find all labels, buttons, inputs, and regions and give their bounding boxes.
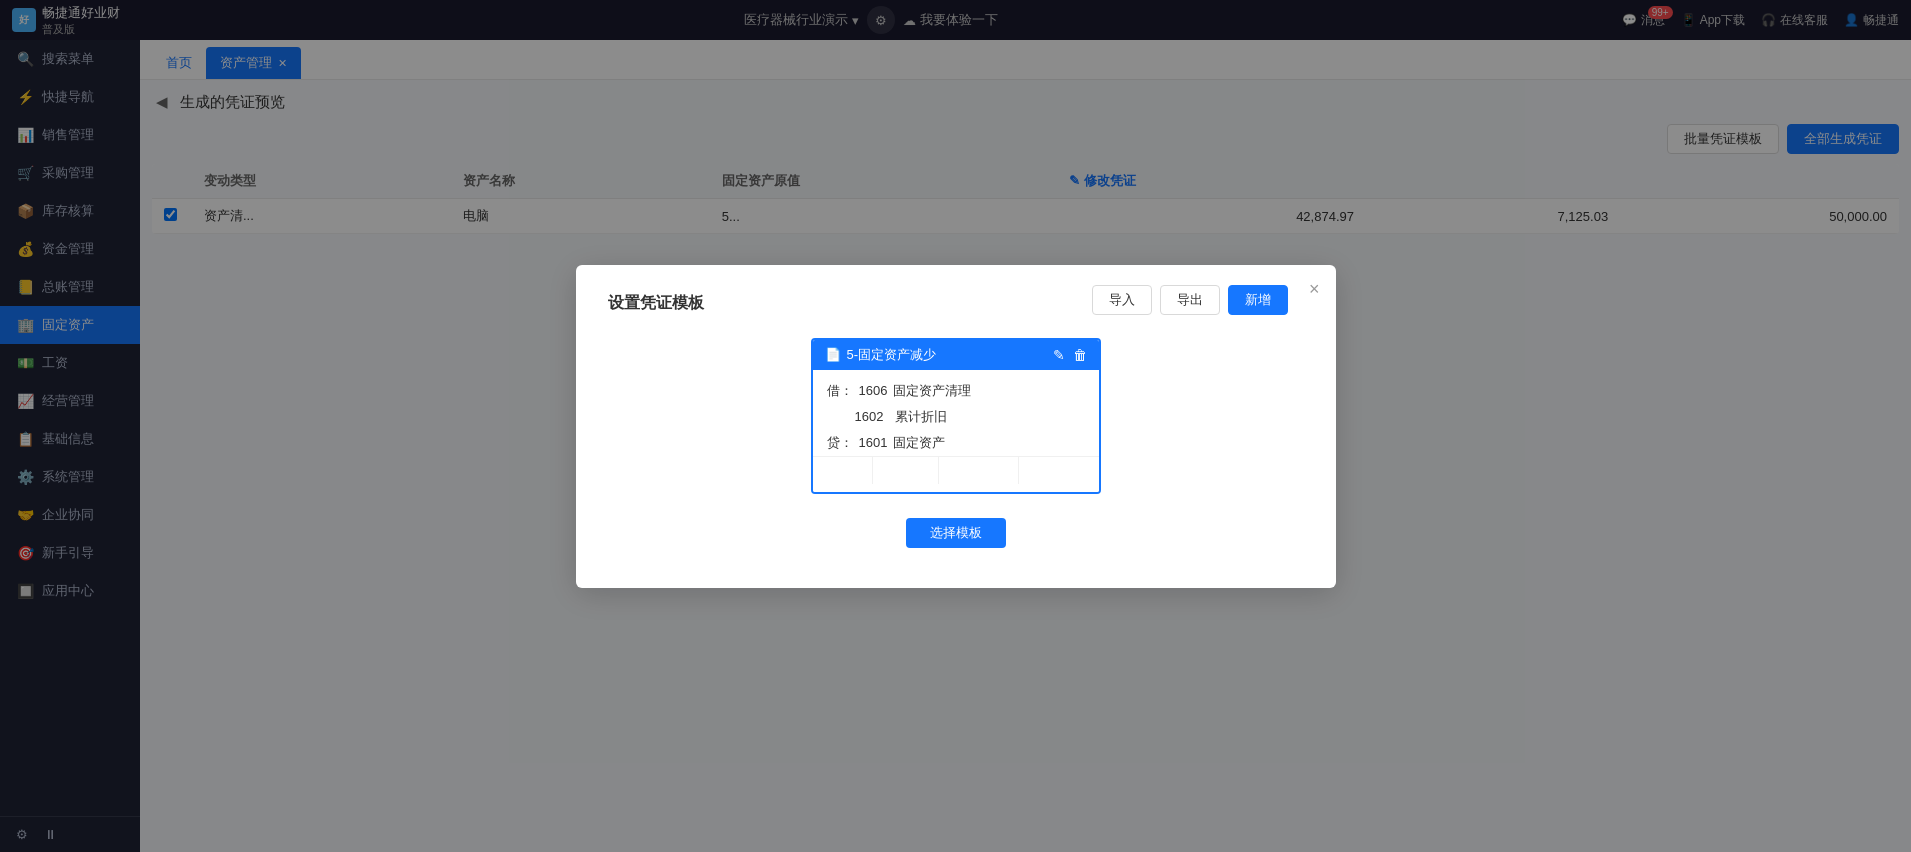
template-title: 📄 5-固定资产减少 (825, 346, 937, 364)
template-empty-row (813, 456, 1099, 484)
modal-dialog: 设置凭证模板 × 导入 导出 新增 📄 5-固定资产减少 ✎ 🗑 (576, 265, 1336, 588)
select-template-button[interactable]: 选择模板 (906, 518, 1006, 548)
export-button[interactable]: 导出 (1160, 285, 1220, 315)
modal-overlay[interactable]: 设置凭证模板 × 导入 导出 新增 📄 5-固定资产减少 ✎ 🗑 (0, 0, 1911, 852)
template-card-actions: ✎ 🗑 (1053, 347, 1087, 363)
template-row-debit2: 1602 累计折旧 (813, 404, 1099, 430)
debit2-code: 1602 (855, 409, 884, 424)
debit1-code: 1606 (859, 383, 888, 398)
edit-template-icon[interactable]: ✎ (1053, 347, 1065, 363)
new-template-button[interactable]: 新增 (1228, 285, 1288, 315)
template-row-credit1: 贷： 1601 固定资产 (813, 430, 1099, 456)
credit1-type: 贷： (827, 434, 853, 452)
template-card: 📄 5-固定资产减少 ✎ 🗑 借： 1606 固定资产清理 (811, 338, 1101, 494)
template-card-header: 📄 5-固定资产减少 ✎ 🗑 (813, 340, 1099, 370)
credit1-name: 固定资产 (893, 434, 945, 452)
modal-close-button[interactable]: × (1309, 279, 1320, 300)
debit2-name: 累计折旧 (895, 408, 947, 426)
select-template-wrap: 选择模板 (906, 518, 1006, 548)
import-button[interactable]: 导入 (1092, 285, 1152, 315)
debit1-name: 固定资产清理 (893, 382, 971, 400)
template-card-body: 借： 1606 固定资产清理 1602 累计折旧 贷： 1601 固定资产 (813, 370, 1099, 492)
delete-template-icon[interactable]: 🗑 (1073, 347, 1087, 363)
document-icon: 📄 (825, 347, 841, 362)
template-row-debit1: 借： 1606 固定资产清理 (813, 378, 1099, 404)
modal-content: 📄 5-固定资产减少 ✎ 🗑 借： 1606 固定资产清理 (608, 338, 1304, 548)
debit1-type: 借： (827, 382, 853, 400)
modal-action-buttons: 导入 导出 新增 (1092, 285, 1288, 315)
credit1-code: 1601 (859, 435, 888, 450)
